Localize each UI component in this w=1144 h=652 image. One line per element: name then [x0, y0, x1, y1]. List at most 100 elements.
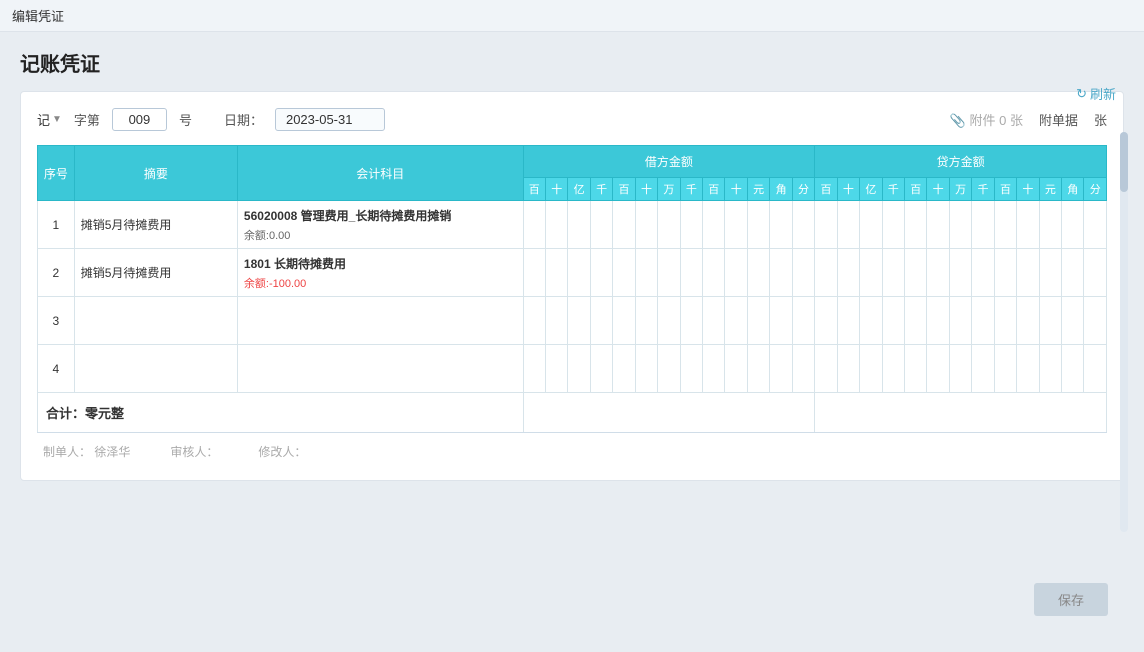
credit-cell[interactable] — [972, 297, 994, 345]
credit-cell[interactable] — [1084, 345, 1107, 393]
debit-cell[interactable] — [658, 297, 680, 345]
credit-cell[interactable] — [1062, 345, 1084, 393]
credit-cell[interactable] — [882, 249, 904, 297]
debit-cell[interactable] — [523, 201, 545, 249]
credit-cell[interactable] — [1084, 201, 1107, 249]
debit-cell[interactable] — [613, 201, 635, 249]
debit-cell[interactable] — [792, 249, 814, 297]
ji-select[interactable]: 记 ▼ — [37, 110, 62, 129]
debit-cell[interactable] — [568, 345, 590, 393]
voucher-number-input[interactable] — [112, 108, 167, 131]
credit-cell[interactable] — [1084, 297, 1107, 345]
credit-cell[interactable] — [815, 249, 837, 297]
credit-cell[interactable] — [860, 249, 882, 297]
credit-cell[interactable] — [882, 297, 904, 345]
credit-cell[interactable] — [860, 345, 882, 393]
debit-cell[interactable] — [613, 345, 635, 393]
debit-cell[interactable] — [770, 201, 792, 249]
debit-cell[interactable] — [613, 249, 635, 297]
credit-cell[interactable] — [994, 297, 1016, 345]
scrollbar-thumb[interactable] — [1120, 132, 1128, 192]
debit-cell[interactable] — [545, 201, 567, 249]
debit-cell[interactable] — [658, 249, 680, 297]
debit-cell[interactable] — [725, 345, 747, 393]
credit-cell[interactable] — [1017, 201, 1039, 249]
credit-cell[interactable] — [972, 201, 994, 249]
credit-cell[interactable] — [904, 297, 926, 345]
attach-document-button[interactable]: 附单据 — [1039, 110, 1078, 129]
debit-cell[interactable] — [568, 297, 590, 345]
save-button[interactable]: 保存 — [1034, 583, 1108, 616]
debit-cell[interactable] — [590, 345, 612, 393]
credit-cell[interactable] — [1039, 249, 1061, 297]
credit-cell[interactable] — [1039, 297, 1061, 345]
credit-cell[interactable] — [972, 345, 994, 393]
scrollbar[interactable] — [1120, 132, 1128, 532]
debit-cell[interactable] — [770, 249, 792, 297]
credit-cell[interactable] — [927, 297, 949, 345]
row-account[interactable] — [237, 297, 523, 345]
debit-cell[interactable] — [703, 297, 725, 345]
debit-cell[interactable] — [725, 249, 747, 297]
row-account[interactable] — [237, 345, 523, 393]
row-account[interactable]: 56020008 管理费用_长期待摊费用摊销余额:0.00 — [237, 201, 523, 249]
row-summary[interactable]: 摊销5月待摊费用 — [74, 249, 237, 297]
credit-cell[interactable] — [815, 297, 837, 345]
debit-cell[interactable] — [680, 345, 702, 393]
date-input[interactable] — [275, 108, 385, 131]
credit-cell[interactable] — [972, 249, 994, 297]
credit-cell[interactable] — [882, 345, 904, 393]
debit-cell[interactable] — [635, 201, 657, 249]
credit-cell[interactable] — [837, 297, 859, 345]
credit-cell[interactable] — [904, 345, 926, 393]
credit-cell[interactable] — [949, 297, 971, 345]
credit-cell[interactable] — [837, 345, 859, 393]
credit-cell[interactable] — [1062, 201, 1084, 249]
debit-cell[interactable] — [792, 297, 814, 345]
credit-cell[interactable] — [860, 201, 882, 249]
debit-cell[interactable] — [635, 297, 657, 345]
debit-cell[interactable] — [770, 345, 792, 393]
debit-cell[interactable] — [680, 249, 702, 297]
debit-cell[interactable] — [613, 297, 635, 345]
credit-cell[interactable] — [1039, 201, 1061, 249]
debit-cell[interactable] — [703, 249, 725, 297]
debit-cell[interactable] — [590, 201, 612, 249]
row-account[interactable]: 1801 长期待摊费用余额:-100.00 — [237, 249, 523, 297]
debit-cell[interactable] — [635, 249, 657, 297]
debit-cell[interactable] — [523, 345, 545, 393]
credit-cell[interactable] — [927, 201, 949, 249]
credit-cell[interactable] — [1017, 249, 1039, 297]
debit-cell[interactable] — [747, 297, 769, 345]
credit-cell[interactable] — [882, 201, 904, 249]
debit-cell[interactable] — [658, 201, 680, 249]
credit-cell[interactable] — [949, 201, 971, 249]
debit-cell[interactable] — [747, 345, 769, 393]
credit-cell[interactable] — [1017, 297, 1039, 345]
debit-cell[interactable] — [680, 297, 702, 345]
debit-cell[interactable] — [545, 249, 567, 297]
refresh-button[interactable]: ↻ 刷新 — [1076, 84, 1116, 103]
debit-cell[interactable] — [680, 201, 702, 249]
credit-cell[interactable] — [949, 345, 971, 393]
debit-cell[interactable] — [703, 345, 725, 393]
debit-cell[interactable] — [590, 297, 612, 345]
debit-cell[interactable] — [568, 201, 590, 249]
debit-cell[interactable] — [703, 201, 725, 249]
debit-cell[interactable] — [523, 249, 545, 297]
credit-cell[interactable] — [994, 201, 1016, 249]
debit-cell[interactable] — [792, 201, 814, 249]
row-summary[interactable] — [74, 345, 237, 393]
credit-cell[interactable] — [994, 249, 1016, 297]
row-summary[interactable] — [74, 297, 237, 345]
debit-cell[interactable] — [568, 249, 590, 297]
debit-cell[interactable] — [770, 297, 792, 345]
debit-cell[interactable] — [725, 297, 747, 345]
credit-cell[interactable] — [994, 345, 1016, 393]
credit-cell[interactable] — [904, 201, 926, 249]
credit-cell[interactable] — [1084, 249, 1107, 297]
credit-cell[interactable] — [815, 345, 837, 393]
credit-cell[interactable] — [1017, 345, 1039, 393]
debit-cell[interactable] — [658, 345, 680, 393]
credit-cell[interactable] — [1062, 297, 1084, 345]
